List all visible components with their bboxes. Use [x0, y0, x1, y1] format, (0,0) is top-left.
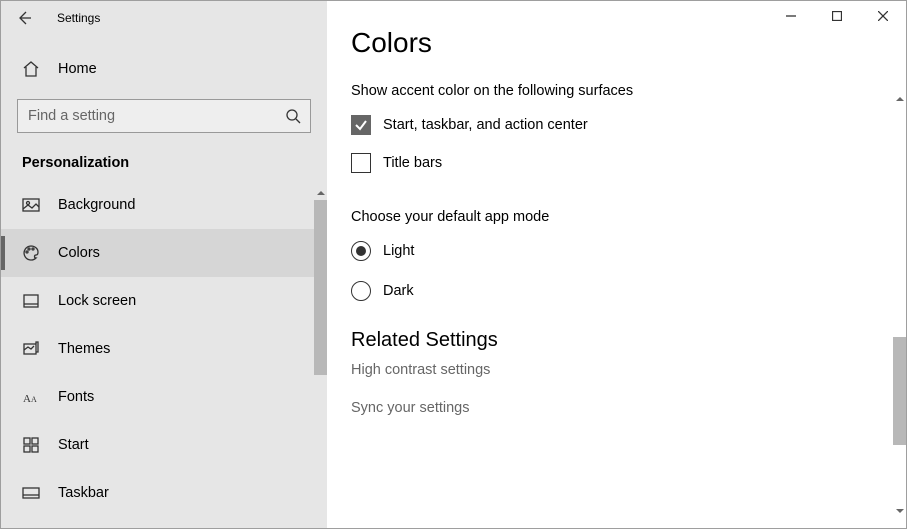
checkbox-label: Start, taskbar, and action center: [383, 117, 588, 133]
home-icon: [22, 60, 40, 78]
window-title: Settings: [57, 11, 100, 25]
checkbox-icon-unchecked: [351, 153, 371, 173]
accent-surfaces-label: Show accent color on the following surfa…: [351, 83, 882, 99]
sidebar-item-label: Fonts: [58, 389, 94, 405]
radio-light[interactable]: Light: [351, 241, 882, 261]
main-scrollbar[interactable]: [893, 91, 906, 518]
search-icon: [284, 107, 302, 125]
scroll-thumb[interactable]: [893, 337, 906, 445]
radio-dark[interactable]: Dark: [351, 281, 882, 301]
checkbox-icon-checked: [351, 115, 371, 135]
taskbar-icon: [22, 484, 40, 502]
sidebar-item-start[interactable]: Start: [1, 421, 327, 469]
app-mode-label: Choose your default app mode: [351, 209, 882, 225]
sidebar-item-label: Colors: [58, 245, 100, 261]
scroll-up-icon[interactable]: [893, 91, 906, 106]
sidebar-item-fonts[interactable]: AA Fonts: [1, 373, 327, 421]
sidebar-item-label: Taskbar: [58, 485, 109, 501]
link-high-contrast[interactable]: High contrast settings: [351, 362, 882, 378]
lockscreen-icon: [22, 292, 40, 310]
page-title: Colors: [351, 27, 882, 59]
radio-label: Light: [383, 243, 414, 259]
search-box[interactable]: [17, 99, 311, 133]
fonts-icon: AA: [22, 388, 40, 406]
sidebar-item-colors[interactable]: Colors: [1, 229, 327, 277]
sidebar-item-background[interactable]: Background: [1, 181, 327, 229]
sidebar: Settings Home Personalization: [1, 1, 327, 528]
checkbox-start-taskbar[interactable]: Start, taskbar, and action center: [351, 115, 882, 135]
palette-icon: [22, 244, 40, 262]
minimize-button[interactable]: [768, 1, 814, 31]
home-label: Home: [58, 61, 97, 77]
sidebar-item-lockscreen[interactable]: Lock screen: [1, 277, 327, 325]
section-header: Personalization: [17, 155, 311, 171]
sidebar-item-label: Background: [58, 197, 135, 213]
search-input[interactable]: [26, 107, 284, 125]
sidebar-item-home[interactable]: Home: [17, 49, 311, 89]
radio-icon-checked: [351, 241, 371, 261]
related-settings-heading: Related Settings: [351, 329, 882, 352]
sidebar-item-label: Themes: [58, 341, 110, 357]
sidebar-item-label: Lock screen: [58, 293, 136, 309]
main-content: Colors Show accent color on the followin…: [327, 1, 906, 528]
close-button[interactable]: [860, 1, 906, 31]
scroll-up-icon[interactable]: [314, 185, 327, 200]
svg-text:A: A: [31, 395, 37, 404]
back-button[interactable]: [7, 1, 41, 35]
checkbox-titlebars[interactable]: Title bars: [351, 153, 882, 173]
scroll-down-icon[interactable]: [893, 503, 906, 518]
picture-icon: [22, 196, 40, 214]
sidebar-item-themes[interactable]: Themes: [1, 325, 327, 373]
start-icon: [22, 436, 40, 454]
checkbox-label: Title bars: [383, 155, 442, 171]
link-sync-settings[interactable]: Sync your settings: [351, 400, 882, 416]
maximize-button[interactable]: [814, 1, 860, 31]
scroll-thumb[interactable]: [314, 200, 327, 375]
themes-icon: [22, 340, 40, 358]
radio-icon-unchecked: [351, 281, 371, 301]
sidebar-item-label: Start: [58, 437, 89, 453]
sidebar-item-taskbar[interactable]: Taskbar: [1, 469, 327, 517]
svg-text:A: A: [23, 393, 31, 405]
radio-label: Dark: [383, 283, 414, 299]
sidebar-scrollbar[interactable]: [314, 185, 327, 518]
